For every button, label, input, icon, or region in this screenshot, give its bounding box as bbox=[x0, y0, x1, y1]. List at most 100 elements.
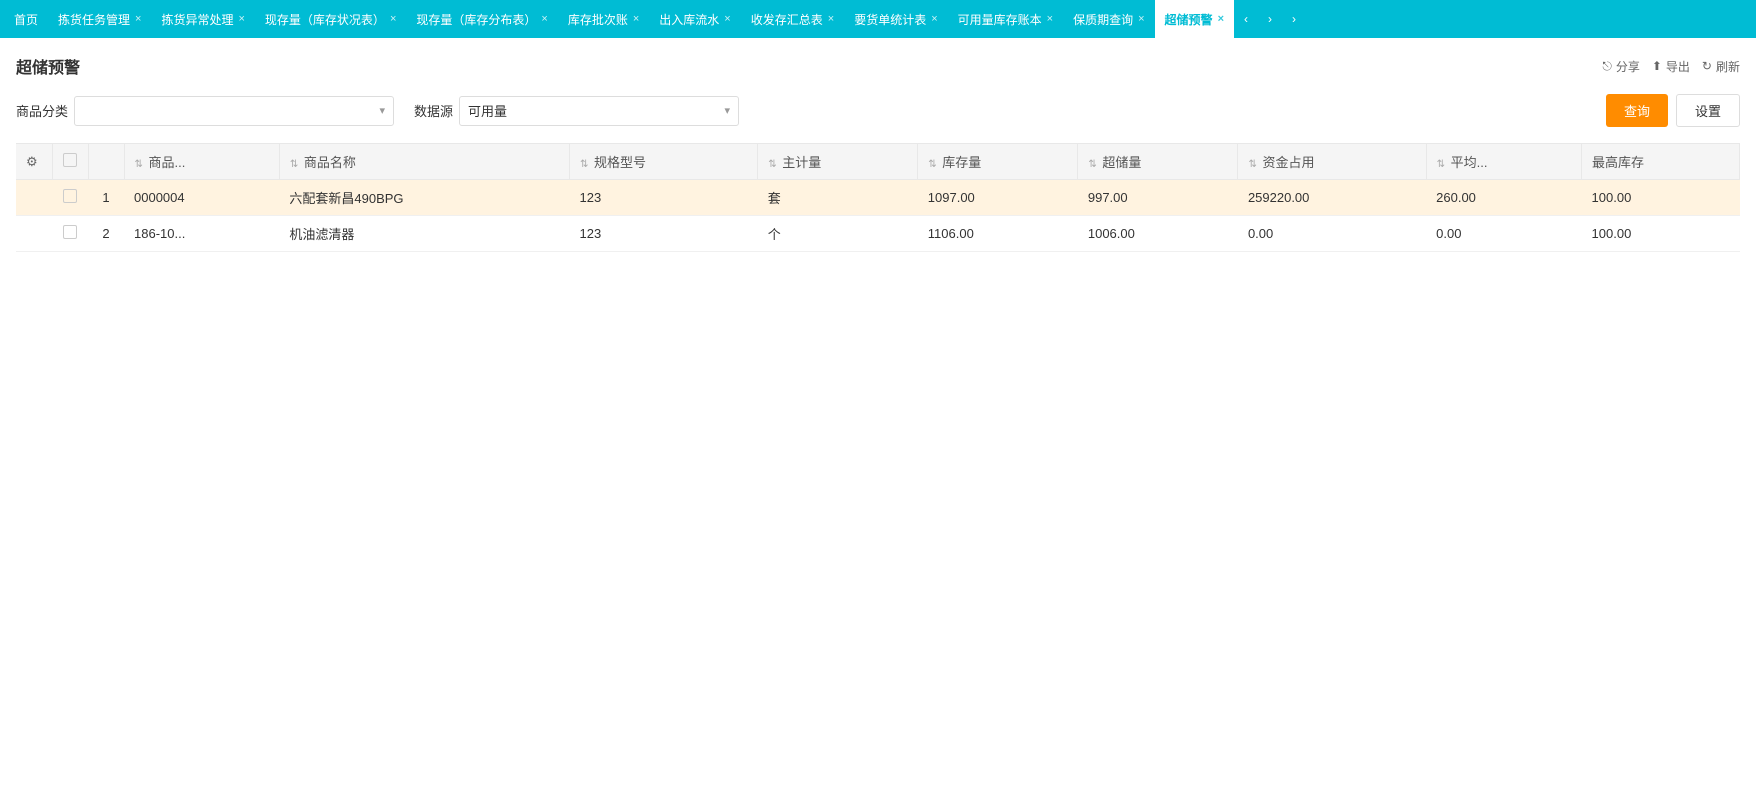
sort-icon: ⇅ bbox=[1088, 159, 1096, 170]
nav-item-inout-flow[interactable]: 出入库流水 × bbox=[649, 0, 740, 38]
row-num: 2 bbox=[88, 216, 124, 252]
row-checkbox[interactable] bbox=[63, 225, 77, 239]
row-product-code: 186-10... bbox=[124, 216, 279, 252]
top-nav: 首页 拣货任务管理 × 拣货异常处理 × 现存量（库存状况表） × 现存量（库存… bbox=[0, 0, 1756, 38]
nav-next-arrow[interactable]: › bbox=[1258, 0, 1282, 38]
nav-item-inventory-batch[interactable]: 库存批次账 × bbox=[558, 0, 649, 38]
row-spec: 123 bbox=[570, 216, 758, 252]
th-checkbox bbox=[52, 144, 88, 180]
sort-icon: ⇅ bbox=[1437, 159, 1445, 170]
th-settings: ⚙ bbox=[16, 144, 52, 180]
datasource-select[interactable]: 可用量 ▾ bbox=[459, 96, 739, 126]
nav-item-home[interactable]: 首页 bbox=[4, 0, 48, 38]
row-stock: 1106.00 bbox=[918, 216, 1078, 252]
row-checkbox-cell bbox=[52, 216, 88, 252]
category-filter: 商品分类 ▾ bbox=[16, 96, 394, 126]
row-checkbox[interactable] bbox=[63, 189, 77, 203]
refresh-icon: ↻ bbox=[1702, 59, 1712, 73]
category-select[interactable]: ▾ bbox=[74, 96, 394, 126]
nav-item-quality-check[interactable]: 保质期查询 × bbox=[1063, 0, 1154, 38]
nav-item-inventory-status[interactable]: 现存量（库存状况表） × bbox=[255, 0, 406, 38]
page-content: 超储预警 ⎋ 分享 ⬆ 导出 ↻ 刷新 商品分类 ▾ 数据源 bbox=[0, 38, 1756, 800]
close-inout-flow[interactable]: × bbox=[724, 13, 730, 25]
close-preheat-task[interactable]: × bbox=[135, 13, 141, 25]
category-label: 商品分类 bbox=[16, 101, 68, 120]
th-product-name[interactable]: ⇅ 商品名称 bbox=[279, 144, 569, 180]
sort-icon: ⇅ bbox=[135, 159, 143, 170]
th-avg[interactable]: ⇅ 平均... bbox=[1426, 144, 1581, 180]
row-product-name: 六配套新昌490BPG bbox=[279, 180, 569, 216]
close-inventory-dist[interactable]: × bbox=[541, 13, 547, 25]
nav-item-preheat-task[interactable]: 拣货任务管理 × bbox=[48, 0, 151, 38]
row-checkbox-cell bbox=[52, 180, 88, 216]
nav-item-avail-stock[interactable]: 可用量库存账本 × bbox=[948, 0, 1063, 38]
nav-expand-arrow[interactable]: › bbox=[1282, 0, 1306, 38]
header-actions: ⎋ 分享 ⬆ 导出 ↻ 刷新 bbox=[1602, 58, 1740, 75]
row-product-name: 机油滤清器 bbox=[279, 216, 569, 252]
nav-item-overstock-warning[interactable]: 超储预警 × bbox=[1155, 0, 1234, 38]
close-quality-check[interactable]: × bbox=[1138, 13, 1144, 25]
sort-icon: ⇅ bbox=[1248, 159, 1256, 170]
row-avg: 0.00 bbox=[1426, 216, 1581, 252]
sort-icon: ⇅ bbox=[580, 159, 588, 170]
th-unit[interactable]: ⇅ 主计量 bbox=[758, 144, 918, 180]
datasource-value: 可用量 bbox=[468, 101, 507, 120]
chevron-down-icon: ▾ bbox=[379, 104, 385, 117]
gear-icon[interactable]: ⚙ bbox=[26, 154, 38, 169]
th-overstock[interactable]: ⇅ 超储量 bbox=[1078, 144, 1238, 180]
row-capital: 0.00 bbox=[1238, 216, 1426, 252]
close-preheat-abnormal[interactable]: × bbox=[238, 13, 244, 25]
share-icon: ⎋ bbox=[1602, 59, 1612, 74]
table-header-row: ⚙ ⇅ 商品... ⇅ 商品名称 ⇅ 规格型号 bbox=[16, 144, 1740, 180]
export-icon: ⬆ bbox=[1652, 59, 1662, 73]
filter-actions: 查询 设置 bbox=[1606, 94, 1740, 127]
nav-item-order-stat[interactable]: 要货单统计表 × bbox=[844, 0, 947, 38]
row-settings-cell bbox=[16, 180, 52, 216]
row-num: 1 bbox=[88, 180, 124, 216]
row-unit: 套 bbox=[758, 180, 918, 216]
row-capital: 259220.00 bbox=[1238, 180, 1426, 216]
close-inventory-batch[interactable]: × bbox=[633, 13, 639, 25]
sort-icon: ⇅ bbox=[928, 159, 936, 170]
row-avg: 260.00 bbox=[1426, 180, 1581, 216]
close-overstock-warning[interactable]: × bbox=[1218, 13, 1224, 25]
th-num bbox=[88, 144, 124, 180]
th-spec[interactable]: ⇅ 规格型号 bbox=[570, 144, 758, 180]
nav-prev-arrow[interactable]: ‹ bbox=[1234, 0, 1258, 38]
datasource-filter: 数据源 可用量 ▾ bbox=[414, 96, 739, 126]
nav-item-preheat-abnormal[interactable]: 拣货异常处理 × bbox=[151, 0, 254, 38]
datasource-label: 数据源 bbox=[414, 101, 453, 120]
row-product-code: 0000004 bbox=[124, 180, 279, 216]
row-overstock: 997.00 bbox=[1078, 180, 1238, 216]
row-stock: 1097.00 bbox=[918, 180, 1078, 216]
row-overstock: 1006.00 bbox=[1078, 216, 1238, 252]
page-header: 超储预警 ⎋ 分享 ⬆ 导出 ↻ 刷新 bbox=[16, 54, 1740, 78]
data-table: ⚙ ⇅ 商品... ⇅ 商品名称 ⇅ 规格型号 bbox=[16, 143, 1740, 252]
th-product-code[interactable]: ⇅ 商品... bbox=[124, 144, 279, 180]
page-title: 超储预警 bbox=[16, 54, 80, 78]
th-max-stock: 最高库存 bbox=[1582, 144, 1740, 180]
table-row: 2 186-10... 机油滤清器 123 个 1106.00 1006.00 … bbox=[16, 216, 1740, 252]
th-capital[interactable]: ⇅ 资金占用 bbox=[1238, 144, 1426, 180]
close-inventory-status[interactable]: × bbox=[390, 13, 396, 25]
settings-button[interactable]: 设置 bbox=[1676, 94, 1740, 127]
export-button[interactable]: ⬆ 导出 bbox=[1652, 58, 1690, 75]
nav-item-inventory-dist[interactable]: 现存量（库存分布表） × bbox=[406, 0, 557, 38]
sort-icon: ⇅ bbox=[290, 159, 298, 170]
close-recv-send[interactable]: × bbox=[828, 13, 834, 25]
query-button[interactable]: 查询 bbox=[1606, 94, 1668, 127]
share-button[interactable]: ⎋ 分享 bbox=[1602, 58, 1640, 75]
row-unit: 个 bbox=[758, 216, 918, 252]
row-max-stock: 100.00 bbox=[1582, 216, 1740, 252]
refresh-button[interactable]: ↻ 刷新 bbox=[1702, 58, 1740, 75]
filter-row: 商品分类 ▾ 数据源 可用量 ▾ 查询 设置 bbox=[16, 94, 1740, 127]
close-order-stat[interactable]: × bbox=[931, 13, 937, 25]
row-settings-cell bbox=[16, 216, 52, 252]
chevron-down-icon: ▾ bbox=[725, 104, 731, 117]
nav-item-recv-send[interactable]: 收发存汇总表 × bbox=[741, 0, 844, 38]
row-max-stock: 100.00 bbox=[1582, 180, 1740, 216]
close-avail-stock[interactable]: × bbox=[1047, 13, 1053, 25]
row-spec: 123 bbox=[570, 180, 758, 216]
header-checkbox[interactable] bbox=[63, 153, 77, 167]
th-stock[interactable]: ⇅ 库存量 bbox=[918, 144, 1078, 180]
